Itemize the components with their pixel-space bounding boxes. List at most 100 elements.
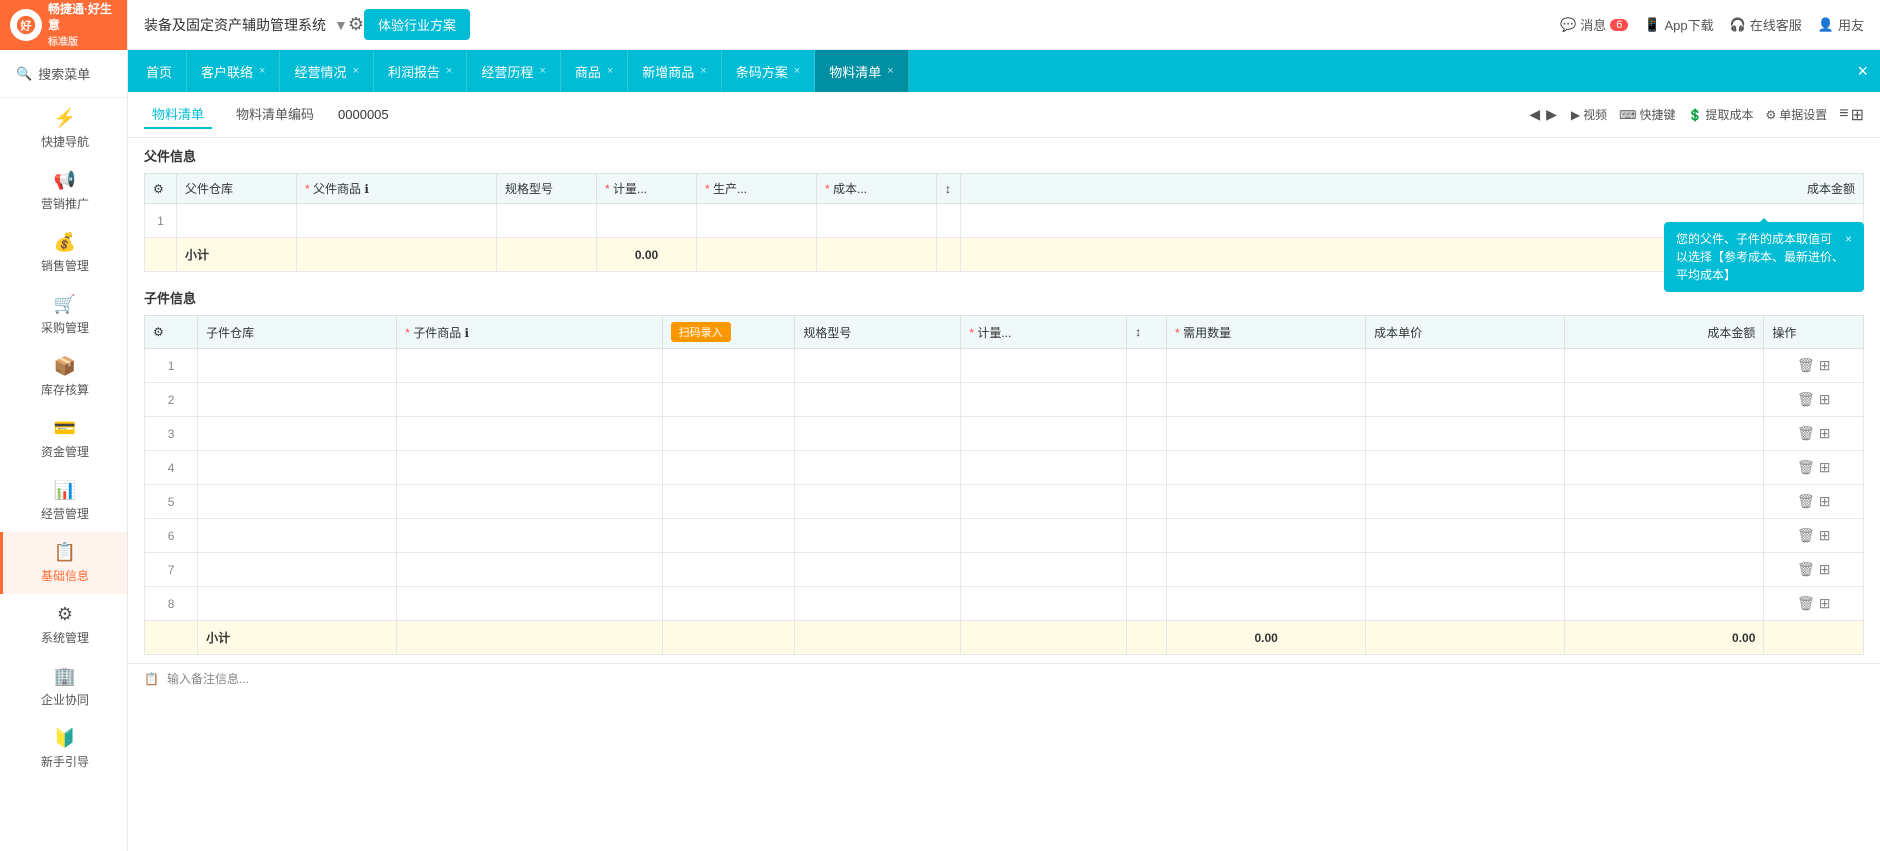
child-row-3-copy-icon[interactable]: ⊞ [1819, 425, 1831, 442]
child-row-7-unit-cost[interactable] [1366, 553, 1565, 587]
parent-row-1-production[interactable] [697, 204, 817, 238]
tab-bom-close-icon[interactable]: × [887, 65, 893, 77]
close-all-tabs-icon[interactable]: × [1849, 61, 1876, 82]
child-row-1-unit[interactable] [961, 349, 1127, 383]
child-col-extra[interactable]: ↕ [1127, 316, 1167, 349]
sidebar-item-marketing[interactable]: 📢 营销推广 [0, 160, 127, 222]
child-row-2-qty[interactable] [1167, 383, 1366, 417]
child-row-8-copy-icon[interactable]: ⊞ [1819, 595, 1831, 612]
child-row-6-copy-icon[interactable]: ⊞ [1819, 527, 1831, 544]
sidebar-item-operations[interactable]: 📊 经营管理 [0, 470, 127, 532]
child-row-8-spec[interactable] [795, 587, 961, 621]
child-row-5-qty[interactable] [1167, 485, 1366, 519]
tab-profit[interactable]: 利润报告 × [374, 50, 467, 92]
child-row-7-cost-amount[interactable] [1565, 553, 1764, 587]
child-row-1-goods[interactable] [397, 349, 662, 383]
child-row-4-delete-icon[interactable]: 🗑 [1797, 459, 1815, 476]
parent-row-1-spec[interactable] [497, 204, 597, 238]
shortcut-button[interactable]: ⌨ 快捷键 [1619, 106, 1675, 123]
child-row-4-goods[interactable] [397, 451, 662, 485]
child-row-3-cost-amount[interactable] [1565, 417, 1764, 451]
child-row-4-qty[interactable] [1167, 451, 1366, 485]
list-view-icon[interactable]: ≡ [1839, 105, 1848, 125]
child-row-6-qty[interactable] [1167, 519, 1366, 553]
child-row-8-goods[interactable] [397, 587, 662, 621]
child-row-2-unit-cost[interactable] [1366, 383, 1565, 417]
settings-gear-icon[interactable]: ⚙ [348, 14, 364, 35]
app-download-button[interactable]: 📱 App下载 [1644, 15, 1713, 34]
child-row-5-unit[interactable] [961, 485, 1127, 519]
search-menu-button[interactable]: 🔍 搜索菜单 [8, 58, 119, 89]
child-row-5-unit-cost[interactable] [1366, 485, 1565, 519]
parent-row-1-cost[interactable] [817, 204, 937, 238]
child-row-3-unit[interactable] [961, 417, 1127, 451]
child-row-3-delete-icon[interactable]: 🗑 [1797, 425, 1815, 442]
child-row-6-unit[interactable] [961, 519, 1127, 553]
tab-goods[interactable]: 商品 × [561, 50, 628, 92]
child-row-3-goods[interactable] [397, 417, 662, 451]
child-row-7-goods[interactable] [397, 553, 662, 587]
scan-input-button[interactable]: 扫码录入 [671, 322, 731, 342]
child-row-2-goods[interactable] [397, 383, 662, 417]
child-row-1-delete-icon[interactable]: 🗑 [1797, 357, 1815, 374]
child-row-5-copy-icon[interactable]: ⊞ [1819, 493, 1831, 510]
view-video-button[interactable]: ▶ 视频 [1571, 106, 1607, 123]
child-row-8-qty[interactable] [1167, 587, 1366, 621]
sub-tab-bom-list[interactable]: 物料清单 [144, 100, 212, 129]
child-row-2-warehouse[interactable] [198, 383, 397, 417]
child-col-settings[interactable]: ⚙ [145, 316, 198, 349]
sidebar-item-quick-nav[interactable]: ⚡ 快捷导航 [0, 98, 127, 160]
child-row-1-spec[interactable] [795, 349, 961, 383]
sidebar-item-enterprise[interactable]: 🏢 企业协同 [0, 656, 127, 718]
tab-profit-close-icon[interactable]: × [446, 65, 452, 77]
tab-bom[interactable]: 物料清单 × [815, 50, 908, 92]
tab-ops-status-close-icon[interactable]: × [352, 65, 358, 77]
sidebar-item-sales[interactable]: 💰 销售管理 [0, 222, 127, 284]
child-row-4-unit-cost[interactable] [1366, 451, 1565, 485]
parent-col-extra[interactable]: ↕ [937, 174, 961, 204]
child-row-4-unit[interactable] [961, 451, 1127, 485]
parent-row-1-goods[interactable] [297, 204, 497, 238]
sidebar-item-guide[interactable]: 🔰 新手引导 [0, 718, 127, 780]
tab-new-goods[interactable]: 新增商品 × [628, 50, 721, 92]
tab-barcode-close-icon[interactable]: × [794, 65, 800, 77]
child-row-7-delete-icon[interactable]: 🗑 [1797, 561, 1815, 578]
child-row-6-goods[interactable] [397, 519, 662, 553]
child-row-2-spec[interactable] [795, 383, 961, 417]
sidebar-item-basic-info[interactable]: 📋 基础信息 [0, 532, 127, 594]
sub-tab-bom-code[interactable]: 物料清单编码 [228, 100, 322, 129]
parent-col-settings[interactable]: ⚙ [145, 174, 177, 204]
sidebar-item-purchase[interactable]: 🛒 采购管理 [0, 284, 127, 346]
child-row-2-copy-icon[interactable]: ⊞ [1819, 391, 1831, 408]
child-row-1-copy-icon[interactable]: ⊞ [1819, 357, 1831, 374]
child-row-6-unit-cost[interactable] [1366, 519, 1565, 553]
child-row-2-unit[interactable] [961, 383, 1127, 417]
child-row-7-copy-icon[interactable]: ⊞ [1819, 561, 1831, 578]
tab-home[interactable]: 首页 [132, 50, 187, 92]
tab-customers[interactable]: 客户联络 × [187, 50, 280, 92]
child-row-3-spec[interactable] [795, 417, 961, 451]
child-row-4-cost-amount[interactable] [1565, 451, 1764, 485]
child-row-1-warehouse[interactable] [198, 349, 397, 383]
tab-goods-close-icon[interactable]: × [607, 65, 613, 77]
child-row-5-delete-icon[interactable]: 🗑 [1797, 493, 1815, 510]
single-settings-button[interactable]: ⚙ 单据设置 [1765, 106, 1827, 123]
child-row-2-delete-icon[interactable]: 🗑 [1797, 391, 1815, 408]
child-row-8-cost-amount[interactable] [1565, 587, 1764, 621]
user-avatar-button[interactable]: 👤 用友 [1818, 15, 1864, 34]
trial-button[interactable]: 体验行业方案 [364, 9, 470, 40]
extract-cost-button[interactable]: 💲 提取成本 [1688, 106, 1754, 123]
child-row-8-unit[interactable] [961, 587, 1127, 621]
child-row-5-spec[interactable] [795, 485, 961, 519]
child-row-2-cost-amount[interactable] [1565, 383, 1764, 417]
next-arrow-icon[interactable]: ▶ [1544, 104, 1559, 125]
system-title-dropdown-icon[interactable]: ▼ [334, 17, 348, 33]
tab-barcode[interactable]: 条码方案 × [722, 50, 815, 92]
child-row-6-delete-icon[interactable]: 🗑 [1797, 527, 1815, 544]
child-row-3-warehouse[interactable] [198, 417, 397, 451]
sidebar-item-inventory[interactable]: 📦 库存核算 [0, 346, 127, 408]
child-row-6-cost-amount[interactable] [1565, 519, 1764, 553]
child-row-3-qty[interactable] [1167, 417, 1366, 451]
tab-ops-status[interactable]: 经营情况 × [280, 50, 373, 92]
prev-arrow-icon[interactable]: ◀ [1527, 104, 1542, 125]
